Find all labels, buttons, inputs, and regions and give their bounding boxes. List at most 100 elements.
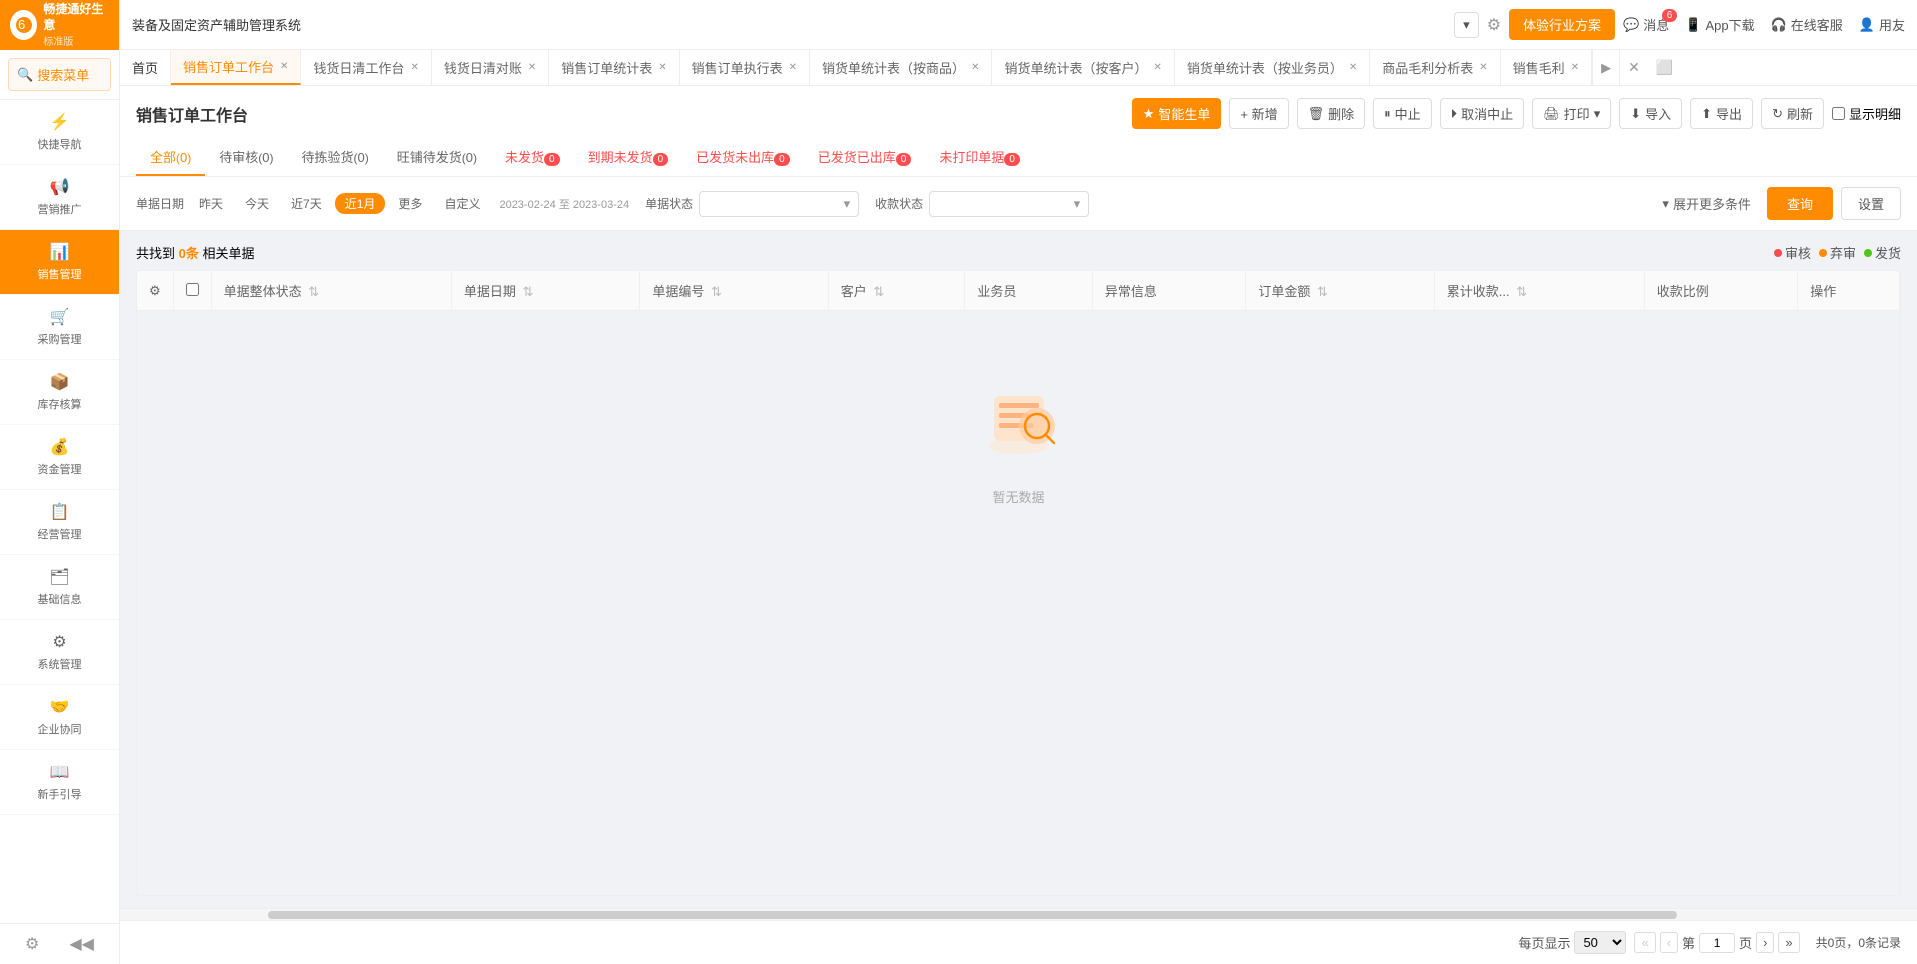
refresh-button[interactable]: ↻ 刷新 <box>1761 98 1824 129</box>
user-menu-button[interactable]: 👤 用友 <box>1859 15 1905 34</box>
tab-cash-daily-close[interactable]: ✕ <box>410 62 418 73</box>
tab-sales-workbench-close[interactable]: ✕ <box>280 61 288 72</box>
status-select[interactable]: ▾ <box>699 191 859 217</box>
filter-tab-shipped-out[interactable]: 已发货已出库0 <box>804 139 926 176</box>
col-settings[interactable]: ⚙ <box>137 271 173 311</box>
tab-more-button[interactable]: ▶ <box>1592 50 1619 85</box>
tab-sales-stats-close[interactable]: ✕ <box>658 62 666 73</box>
delete-button[interactable]: 🗑 删除 <box>1297 98 1366 129</box>
page-next-button[interactable]: › <box>1756 932 1774 953</box>
tab-sales-exec-close[interactable]: ✕ <box>789 62 797 73</box>
page-prev-button[interactable]: ‹ <box>1660 932 1678 953</box>
query-button[interactable]: 查询 <box>1767 187 1833 220</box>
payment-select[interactable]: ▾ <box>929 191 1089 217</box>
date-1month[interactable]: 近1月 <box>335 193 386 214</box>
tab-sales-summary-product[interactable]: 销货单统计表（按商品） ✕ <box>810 50 992 85</box>
scrollbar-thumb[interactable] <box>268 911 1677 919</box>
sidebar-item-enterprise[interactable]: 🤝 企业协同 <box>0 685 119 750</box>
tab-sales-summary-customer-close[interactable]: ✕ <box>1153 62 1161 73</box>
app-download-button[interactable]: 📱 App下载 <box>1685 15 1754 34</box>
message-button[interactable]: 💬 6 消息 <box>1623 15 1669 34</box>
show-detail-checkbox-label[interactable]: 显示明细 <box>1832 104 1901 123</box>
sidebar-item-basic[interactable]: 🗂 基础信息 <box>0 555 119 620</box>
sidebar-item-quick-nav[interactable]: ⚡ 快捷导航 <box>0 100 119 165</box>
sidebar-item-system[interactable]: ⚙ 系统管理 <box>0 620 119 685</box>
topbar-settings-icon[interactable]: ⚙ <box>1487 15 1501 35</box>
tab-sales-summary-product-close[interactable]: ✕ <box>971 62 979 73</box>
print-button[interactable]: 🖨 打印 ▾ <box>1532 98 1611 129</box>
sidebar-item-purchase[interactable]: 🛒 采购管理 <box>0 295 119 360</box>
show-detail-checkbox[interactable] <box>1832 107 1845 120</box>
tab-sales-summary-staff-close[interactable]: ✕ <box>1349 62 1357 73</box>
sidebar-item-finance[interactable]: 💰 资金管理 <box>0 425 119 490</box>
tab-sales-exec[interactable]: 销售订单执行表 ✕ <box>680 50 810 85</box>
quick-review[interactable]: 审核 <box>1774 243 1811 262</box>
export-button[interactable]: ⬆ 导出 <box>1690 98 1753 129</box>
page-last-button[interactable]: » <box>1778 932 1799 953</box>
col-amount[interactable]: 订单金额 ⇅ <box>1246 271 1434 311</box>
cancel-pause-button[interactable]: ⏵ 取消中止 <box>1440 98 1525 129</box>
tab-sales-stats[interactable]: 销售订单统计表 ✕ <box>549 50 679 85</box>
filter-tab-pending-review[interactable]: 待审核(0) <box>205 139 287 176</box>
filter-tab-wangpu[interactable]: 旺铺待发货(0) <box>383 139 491 176</box>
tab-cash-daily[interactable]: 钱货日清工作台 ✕ <box>301 50 431 85</box>
select-all-checkbox[interactable] <box>186 283 199 296</box>
filter-tab-not-printed[interactable]: 未打印单据0 <box>925 139 1034 176</box>
col-date[interactable]: 单据日期 ⇅ <box>451 271 639 311</box>
tab-close-icon[interactable]: ✕ <box>1620 59 1648 76</box>
online-service-button[interactable]: 🎧 在线客服 <box>1771 15 1843 34</box>
tab-home[interactable]: 首页 <box>120 50 171 85</box>
date-today[interactable]: 今天 <box>236 192 278 215</box>
industry-solution-button[interactable]: 体验行业方案 <box>1509 9 1615 40</box>
tab-cash-reconcile-close[interactable]: ✕ <box>528 62 536 73</box>
filter-tab-shipped-not-out[interactable]: 已发货未出库0 <box>682 139 804 176</box>
set-button[interactable]: 设置 <box>1841 187 1901 220</box>
date-yesterday[interactable]: 昨天 <box>190 192 232 215</box>
tab-sales-gross-close[interactable]: ✕ <box>1571 62 1579 73</box>
inventory-icon: 📦 <box>50 372 70 392</box>
tab-sales-workbench[interactable]: 销售订单工作台 ✕ <box>171 50 301 85</box>
date-7days[interactable]: 近7天 <box>282 192 331 215</box>
filter-tab-pending-inspect[interactable]: 待拣验货(0) <box>288 139 383 176</box>
date-custom[interactable]: 自定义 <box>435 192 489 215</box>
sidebar-item-inventory[interactable]: 📦 库存核算 <box>0 360 119 425</box>
search-menu-button[interactable]: 🔍 搜索菜单 <box>8 58 111 91</box>
tab-sales-gross[interactable]: 销售毛利 ✕ <box>1501 50 1592 85</box>
sidebar-item-guide[interactable]: 📖 新手引导 <box>0 750 119 815</box>
pause-button[interactable]: ⏸ 中止 <box>1373 98 1432 129</box>
tab-cash-reconcile[interactable]: 钱货日清对账 ✕ <box>432 50 549 85</box>
filter-tab-all[interactable]: 全部(0) <box>136 139 205 176</box>
collapse-icon[interactable]: ◀◀ <box>69 934 94 954</box>
page-size-select[interactable]: 10 20 50 100 <box>1574 931 1626 954</box>
date-label: 单据日期 <box>136 195 184 212</box>
tab-sales-summary-product-label: 销货单统计表（按商品） <box>822 58 965 77</box>
col-checkbox[interactable] <box>173 271 211 311</box>
date-more[interactable]: 更多 <box>389 192 431 215</box>
tab-gross-profit-close[interactable]: ✕ <box>1479 62 1487 73</box>
add-button[interactable]: + 新增 <box>1229 98 1288 129</box>
quick-cancel-review[interactable]: 弃审 <box>1819 243 1856 262</box>
filter-tab-not-shipped[interactable]: 未发货0 <box>491 139 574 176</box>
cancel-review-dot <box>1819 249 1827 257</box>
col-collected[interactable]: 累计收款... ⇅ <box>1434 271 1644 311</box>
expand-filter-button[interactable]: ▾ 展开更多条件 <box>1662 194 1751 213</box>
filter-tab-expired-not-shipped[interactable]: 到期未发货0 <box>574 139 683 176</box>
tab-restore-icon[interactable]: ⬜ <box>1648 59 1681 76</box>
col-customer[interactable]: 客户 ⇅ <box>828 271 965 311</box>
system-dropdown[interactable]: ▾ <box>1454 12 1479 38</box>
import-button[interactable]: ⬇ 导入 <box>1619 98 1682 129</box>
tab-gross-profit[interactable]: 商品毛利分析表 ✕ <box>1370 50 1500 85</box>
smart-create-button[interactable]: ★ 智能生单 <box>1132 98 1222 129</box>
quick-ship[interactable]: 发货 <box>1864 243 1901 262</box>
sidebar-item-operation[interactable]: 📋 经营管理 <box>0 490 119 555</box>
horizontal-scrollbar[interactable] <box>120 908 1917 920</box>
tab-sales-summary-staff[interactable]: 销货单统计表（按业务员） ✕ <box>1175 50 1370 85</box>
tab-sales-summary-customer[interactable]: 销货单统计表（按客户） ✕ <box>992 50 1174 85</box>
col-status[interactable]: 单据整体状态 ⇅ <box>211 271 451 311</box>
settings-icon[interactable]: ⚙ <box>25 934 39 954</box>
col-number[interactable]: 单据编号 ⇅ <box>640 271 828 311</box>
page-input[interactable] <box>1699 933 1735 953</box>
page-first-button[interactable]: « <box>1634 932 1655 953</box>
sidebar-item-sales[interactable]: 📊 销售管理 <box>0 230 119 295</box>
sidebar-item-marketing[interactable]: 📢 营销推广 <box>0 165 119 230</box>
